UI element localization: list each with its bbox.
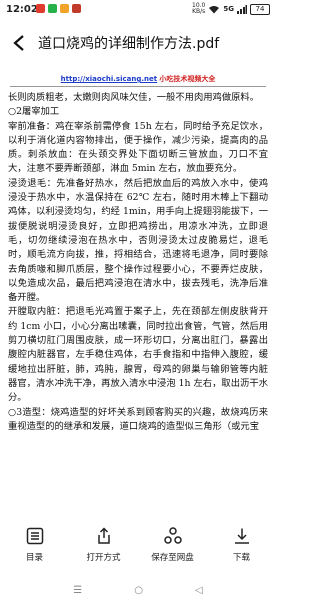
share-icon xyxy=(97,527,110,544)
app-notification-icon xyxy=(72,4,81,13)
back-icon[interactable]: ◁ xyxy=(195,585,203,596)
home-icon[interactable]: ○ xyxy=(134,585,143,596)
signal-icon xyxy=(237,4,247,14)
network-type: 5G xyxy=(223,5,234,13)
download-button[interactable]: 下载 xyxy=(212,526,272,563)
doc-paragraph: 开膛取内脏：把退毛光鸡置于案子上，先在颈部左侧皮肤背开约 1cm 小口，小心分离… xyxy=(8,306,268,404)
doc-divider xyxy=(10,86,266,87)
doc-section-heading: ○2屠宰加工 xyxy=(8,106,60,118)
save-to-cloud-label: 保存至网盘 xyxy=(151,553,194,563)
list-icon xyxy=(26,527,43,545)
doc-site-url[interactable]: http://xiaochi.sicang.net xyxy=(61,75,157,83)
doc-site-tag: 小吃技术视频大全 xyxy=(159,75,216,83)
toc-label: 目录 xyxy=(25,553,43,563)
toc-button[interactable]: 目录 xyxy=(5,526,65,563)
notification-icons xyxy=(36,4,81,13)
download-label: 下载 xyxy=(232,553,250,563)
open-with-button[interactable]: 打开方式 xyxy=(74,526,134,563)
battery-icon: 74 xyxy=(250,3,270,15)
status-right: 10.0 KB/s 5G 74 xyxy=(192,3,270,15)
open-with-label: 打开方式 xyxy=(86,553,121,563)
status-bar: 12:02 10.0 KB/s 5G 74 xyxy=(0,0,276,20)
save-to-cloud-button[interactable]: 保存至网盘 xyxy=(143,526,203,563)
app-header: 道口烧鸡的详细制作方法.pdf xyxy=(0,25,276,61)
doc-paragraph: 长则肉质粗老，太嫩则肉风味欠佳，一般不用肉用鸡做原料。 xyxy=(8,92,260,103)
doc-paragraph: ○3造型：烧鸡造型的好坏关系到顾客购买的兴趣，故烧鸡历来重视造型的的继承和发展，… xyxy=(8,406,268,432)
net-speed: 10.0 KB/s xyxy=(192,3,205,15)
system-nav-bar: ☰ ○ ◁ xyxy=(0,580,276,600)
back-arrow-icon[interactable] xyxy=(12,34,28,52)
status-time: 12:02 xyxy=(6,4,38,15)
net-speed-unit: KB/s xyxy=(192,8,206,15)
app-notification-icon xyxy=(60,4,69,13)
pdf-document-view[interactable]: http://xiaochi.sicang.net 小吃技术视频大全 长则肉质粗… xyxy=(0,72,276,520)
wifi-icon xyxy=(209,5,220,13)
doc-paragraph: 宰前准备：鸡在宰杀前需停食 15h 左右，同时给予充足饮水，以利于消化道内容物排… xyxy=(8,120,268,175)
download-icon xyxy=(234,528,249,544)
app-notification-icon xyxy=(36,4,45,13)
doc-site-header: http://xiaochi.sicang.net 小吃技术视频大全 xyxy=(0,74,276,84)
wechat-icon xyxy=(48,4,57,13)
menu-icon[interactable]: ☰ xyxy=(73,585,82,596)
page-title: 道口烧鸡的详细制作方法.pdf xyxy=(38,36,220,52)
bottom-toolbar: 目录 打开方式 保存至网盘 下载 xyxy=(0,526,276,582)
doc-paragraph: 浸烫退毛：先准备好热水，然后把放血后的鸡放入水中，使鸡浸没于热水中，水温保持在 … xyxy=(8,177,268,304)
cloud-save-icon xyxy=(163,527,182,544)
